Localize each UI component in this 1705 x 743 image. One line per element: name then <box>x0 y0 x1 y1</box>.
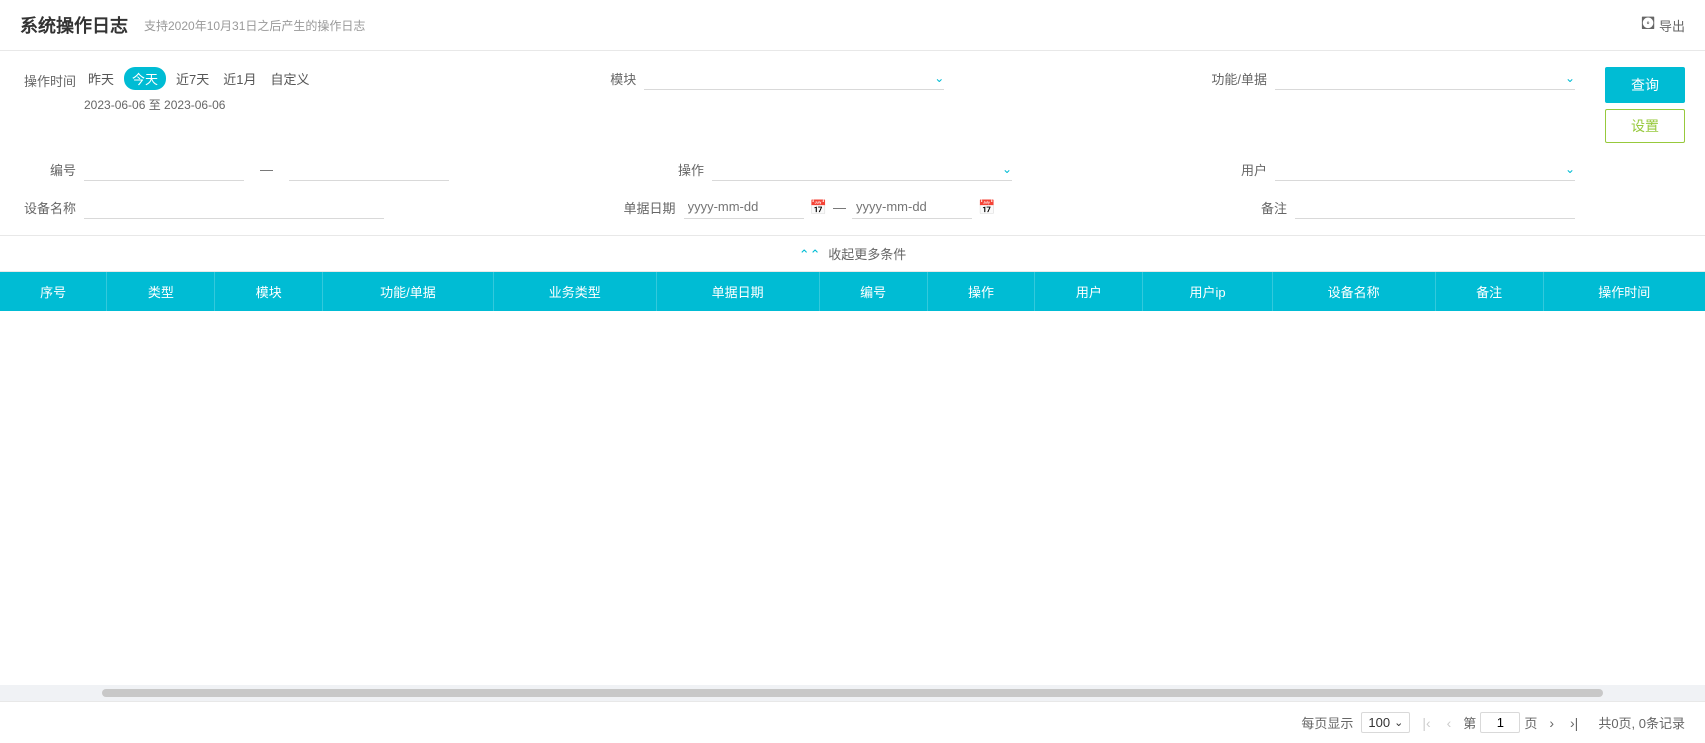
time-filter-item: 操作时间 昨天 今天 近7天 近1月 自定义 2023-06-06 至 2023… <box>20 67 314 113</box>
remark-input[interactable] <box>1295 195 1575 219</box>
col-device: 设备名称 <box>1272 272 1435 311</box>
device-input[interactable] <box>84 195 384 219</box>
operation-chevron-icon: ⌄ <box>1002 162 1012 176</box>
col-operation: 操作 <box>927 272 1035 311</box>
prev-page-button[interactable]: ‹ <box>1443 713 1456 733</box>
export-icon: 🖸 <box>1641 13 1655 38</box>
first-page-button[interactable]: |‹ <box>1418 713 1434 733</box>
operation-select[interactable]: ⌄ <box>712 158 1012 181</box>
collapse-bar[interactable]: ⌃⌃ 收起更多条件 <box>0 236 1705 272</box>
filter-area: 操作时间 昨天 今天 近7天 近1月 自定义 2023-06-06 至 2023… <box>0 51 1705 236</box>
calendar-icon-start[interactable]: 📅 <box>810 199 827 216</box>
col-remark: 备注 <box>1435 272 1543 311</box>
export-button[interactable]: 🖸 导出 <box>1641 13 1685 38</box>
empty-area <box>0 311 1705 661</box>
time-label: 操作时间 <box>20 67 76 90</box>
date-input-end[interactable] <box>852 195 972 219</box>
page-size-value: 100 <box>1368 715 1390 730</box>
user-select[interactable]: ⌄ <box>1275 158 1575 181</box>
collapse-label: 收起更多条件 <box>828 247 906 262</box>
func-select[interactable]: ⌄ <box>1275 67 1575 90</box>
voucher-date-label: 单据日期 <box>620 198 676 217</box>
calendar-icon-end[interactable]: 📅 <box>978 199 995 216</box>
table-header-row: 序号 类型 模块 功能/单据 业务类型 单据日期 编号 操作 用户 用户ip 设… <box>0 272 1705 311</box>
table-header: 序号 类型 模块 功能/单据 业务类型 单据日期 编号 操作 用户 用户ip 设… <box>0 272 1705 311</box>
number-input-end[interactable] <box>289 157 449 181</box>
number-input-start[interactable] <box>84 157 244 181</box>
time-filter: 昨天 今天 近7天 近1月 自定义 2023-06-06 至 2023-06-0… <box>84 67 314 113</box>
date-input-wrap: 📅 — 📅 <box>684 195 996 219</box>
page-size-select[interactable]: 100 ⌄ <box>1361 712 1410 733</box>
scrollbar-area[interactable] <box>0 685 1705 701</box>
page-unit: 页 <box>1524 713 1537 732</box>
func-chevron-icon: ⌄ <box>1565 71 1575 85</box>
module-filter-item: 模块 ⌄ <box>580 67 944 90</box>
page-number-input[interactable] <box>1480 712 1520 733</box>
remark-filter-item: 备注 <box>1231 195 1575 219</box>
action-buttons: 查询 设置 <box>1605 67 1685 143</box>
operation-filter-item: 操作 ⌄ <box>648 158 1012 181</box>
time-range-text: 2023-06-06 至 2023-06-06 <box>84 96 314 113</box>
func-label: 功能/单据 <box>1211 69 1267 88</box>
col-index: 序号 <box>0 272 107 311</box>
user-chevron-icon: ⌄ <box>1565 162 1575 176</box>
col-func: 功能/单据 <box>323 272 494 311</box>
module-label: 模块 <box>580 69 636 88</box>
last-page-button[interactable]: ›| <box>1566 713 1582 733</box>
time-btn-today[interactable]: 今天 <box>124 67 166 90</box>
page-subtitle: 支持2020年10月31日之后产生的操作日志 <box>144 17 365 34</box>
collapse-icon: ⌃⌃ <box>799 247 821 262</box>
col-user: 用户 <box>1035 272 1143 311</box>
time-btn-7days[interactable]: 近7天 <box>172 67 213 90</box>
data-table: 序号 类型 模块 功能/单据 业务类型 单据日期 编号 操作 用户 用户ip 设… <box>0 272 1705 311</box>
col-module: 模块 <box>215 272 323 311</box>
user-filter-item: 用户 ⌄ <box>1211 158 1575 181</box>
user-label: 用户 <box>1211 160 1267 179</box>
query-button[interactable]: 查询 <box>1605 67 1685 103</box>
module-select[interactable]: ⌄ <box>644 67 944 90</box>
page-label: 第 <box>1463 713 1476 732</box>
number-filter-item: 编号 — <box>20 157 449 181</box>
scrollbar-thumb <box>102 689 1602 697</box>
total-info: 共0页, 0条记录 <box>1598 713 1685 732</box>
pagination-bar: 每页显示 100 ⌄ |‹ ‹ 第 页 › ›| 共0页, 0条记录 <box>0 701 1705 743</box>
time-btn-yesterday[interactable]: 昨天 <box>84 67 118 90</box>
func-filter-item: 功能/单据 ⌄ <box>1211 67 1575 90</box>
export-label: 导出 <box>1659 16 1685 35</box>
time-buttons: 昨天 今天 近7天 近1月 自定义 <box>84 67 314 90</box>
page-info: 第 页 <box>1463 712 1537 733</box>
operation-label: 操作 <box>648 160 704 179</box>
page-size-chevron: ⌄ <box>1394 716 1403 729</box>
device-filter-item: 设备名称 <box>20 195 384 219</box>
module-chevron-icon: ⌄ <box>934 71 944 85</box>
next-page-button[interactable]: › <box>1545 713 1558 733</box>
table-container: 序号 类型 模块 功能/单据 业务类型 单据日期 编号 操作 用户 用户ip 设… <box>0 272 1705 685</box>
remark-label: 备注 <box>1231 198 1287 217</box>
page-title: 系统操作日志 <box>20 12 128 38</box>
col-biz-type: 业务类型 <box>493 272 656 311</box>
number-dash: — <box>260 162 273 177</box>
time-btn-1month[interactable]: 近1月 <box>219 67 260 90</box>
number-label: 编号 <box>20 160 76 179</box>
col-type: 类型 <box>107 272 215 311</box>
per-page-label: 每页显示 <box>1301 713 1353 732</box>
settings-button[interactable]: 设置 <box>1605 109 1685 143</box>
page-container: 系统操作日志 支持2020年10月31日之后产生的操作日志 🖸 导出 操作时间 … <box>0 0 1705 743</box>
col-user-ip: 用户ip <box>1143 272 1272 311</box>
date-dash: — <box>833 200 846 215</box>
col-voucher-date: 单据日期 <box>656 272 819 311</box>
col-number: 编号 <box>819 272 927 311</box>
time-btn-custom[interactable]: 自定义 <box>267 67 314 90</box>
page-header: 系统操作日志 支持2020年10月31日之后产生的操作日志 🖸 导出 <box>0 0 1705 51</box>
col-op-time: 操作时间 <box>1543 272 1705 311</box>
date-input-start[interactable] <box>684 195 804 219</box>
device-label: 设备名称 <box>20 198 76 217</box>
voucher-date-filter-item: 单据日期 📅 — 📅 <box>620 195 996 219</box>
